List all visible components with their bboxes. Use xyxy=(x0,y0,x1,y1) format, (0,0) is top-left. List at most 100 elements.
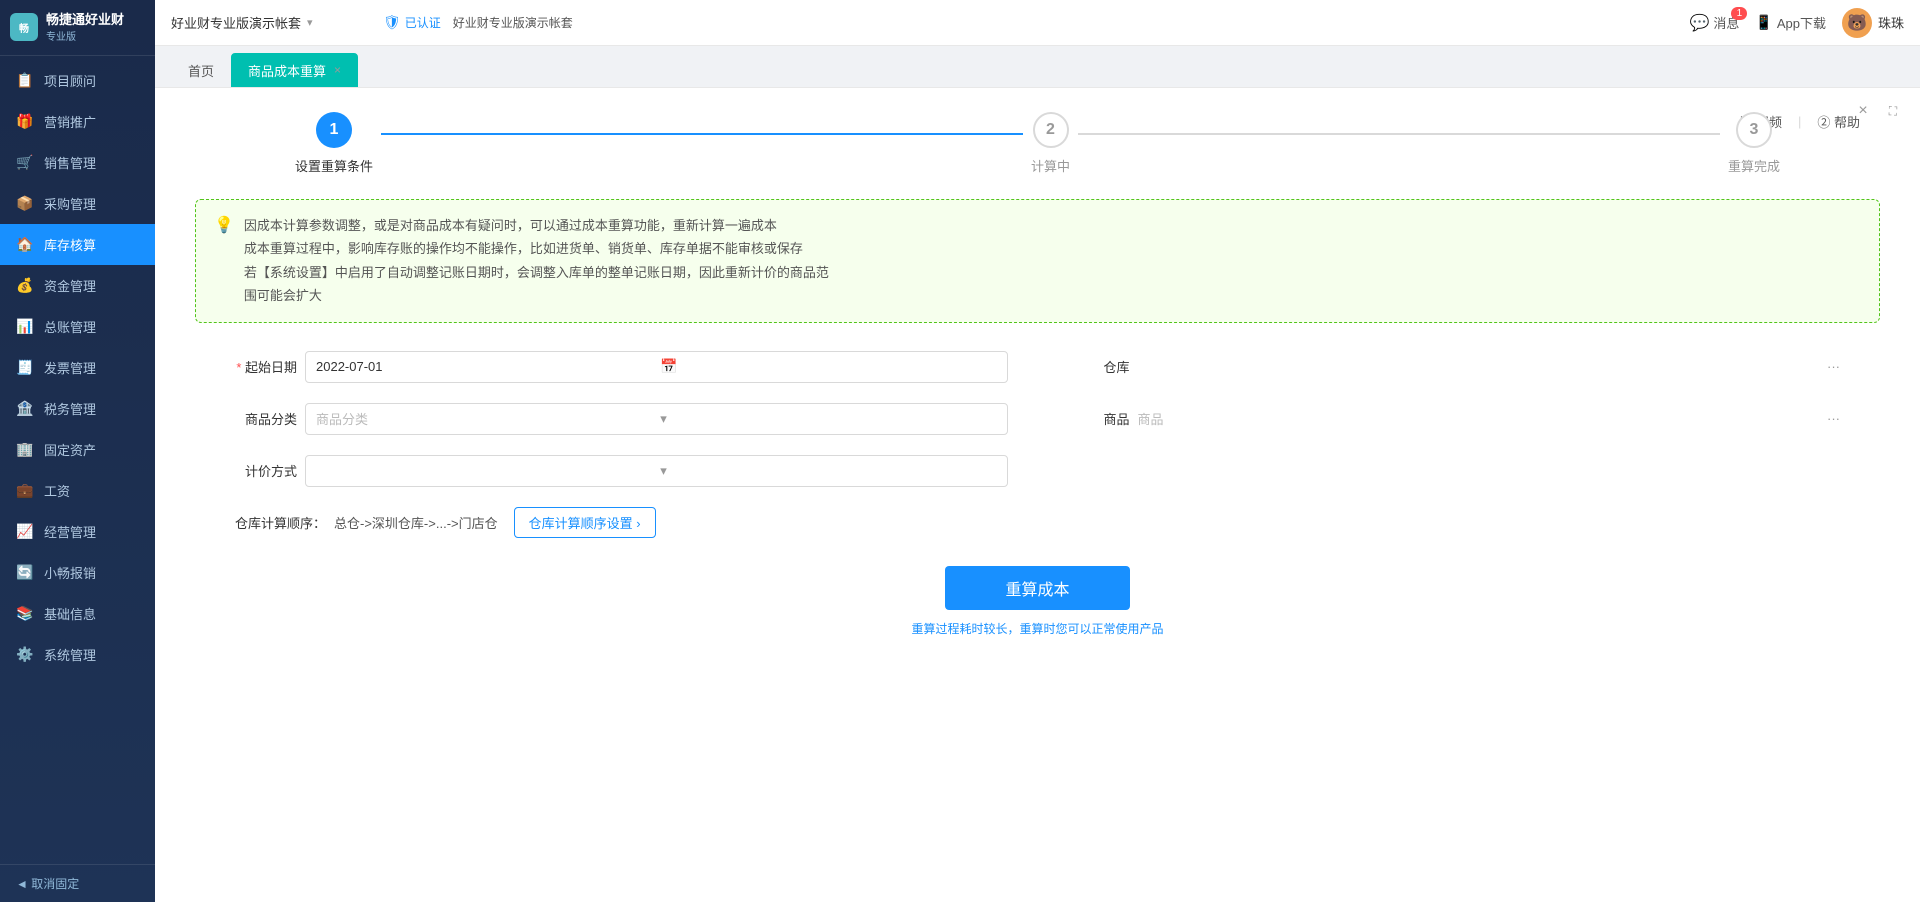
sidebar-item-salary[interactable]: 💼 工资 xyxy=(0,470,155,511)
account-dropdown-icon[interactable]: ▾ xyxy=(307,16,313,29)
sidebar-item-inventory[interactable]: 🏠 库存核算 xyxy=(0,224,155,265)
info-line-1: 因成本计算参数调整，或是对商品成本有疑问时，可以通过成本重算功能，重新计算一遍成… xyxy=(244,214,829,237)
sidebar-nav: 📋 项目顾问 🎁 营销推广 🛒 销售管理 📦 采购管理 🏠 库存核算 💰 资金管… xyxy=(0,56,155,864)
sidebar-item-base[interactable]: 📚 基础信息 xyxy=(0,593,155,634)
sidebar-item-label: 销售管理 xyxy=(44,153,96,172)
app-download-button[interactable]: 📱 App下载 xyxy=(1755,13,1826,32)
category-placeholder: 商品分类 xyxy=(316,409,652,428)
product-group: 商品 商品 ··· xyxy=(1068,403,1841,435)
info-box: 💡 因成本计算参数调整，或是对商品成本有疑问时，可以通过成本重算功能，重新计算一… xyxy=(195,199,1880,323)
message-badge: 1 xyxy=(1731,7,1747,20)
sidebar-item-system[interactable]: ⚙️ 系统管理 xyxy=(0,634,155,675)
sidebar-item-label: 基础信息 xyxy=(44,604,96,623)
verified-account: 好业财专业版演示帐套 xyxy=(453,14,573,31)
sidebar-item-invoice[interactable]: 🧾 发票管理 xyxy=(0,347,155,388)
sidebar-item-label: 资金管理 xyxy=(44,276,96,295)
message-button[interactable]: 💬 消息 1 xyxy=(1689,13,1739,33)
step-3: 3 重算完成 xyxy=(1728,112,1780,175)
operation-icon: 📈 xyxy=(16,523,34,540)
message-icon: 💬 xyxy=(1689,13,1709,33)
purchase-icon: 📦 xyxy=(16,195,34,212)
base-icon: 📚 xyxy=(16,605,34,622)
recalc-hint: 重算过程耗时较长，重算时您可以正常使用产品 xyxy=(195,620,1880,637)
info-icon: 💡 xyxy=(214,215,234,235)
sidebar-item-label: 小畅报销 xyxy=(44,563,96,582)
user-name: 珠珠 xyxy=(1878,13,1904,32)
tabbar: 首页 商品成本重算 × xyxy=(155,46,1920,88)
start-date-label: 起始日期 xyxy=(235,357,305,376)
sidebar-item-purchase[interactable]: 📦 采购管理 xyxy=(0,183,155,224)
start-date-value: 2022-07-01 xyxy=(316,359,652,374)
tab-recalc-label: 商品成本重算 xyxy=(248,61,326,80)
step-2-circle: 2 xyxy=(1033,112,1069,148)
app-icon: 📱 xyxy=(1755,14,1772,31)
sidebar-item-label: 采购管理 xyxy=(44,194,96,213)
sidebar-item-expense[interactable]: 🔄 小畅报销 xyxy=(0,552,155,593)
info-line-3: 若【系统设置】中启用了自动调整记账日期时，会调整入库单的整单记账日期，因此重新计… xyxy=(244,261,829,284)
form-row-3: 计价方式 ▾ xyxy=(235,455,1840,487)
assets-icon: 🏢 xyxy=(16,441,34,458)
product-input[interactable]: 商品 ··· xyxy=(1138,403,1841,435)
verified-label: 已认证 xyxy=(405,14,441,31)
form-section: 起始日期 2022-07-01 📅 仓库 ··· 商品分类 xyxy=(195,351,1880,538)
sidebar-item-label: 经营管理 xyxy=(44,522,96,541)
price-method-label: 计价方式 xyxy=(235,461,305,480)
tab-recalc[interactable]: 商品成本重算 × xyxy=(231,53,358,87)
step-1: 1 设置重算条件 xyxy=(295,112,373,175)
sidebar-item-label: 总账管理 xyxy=(44,317,96,336)
warehouse-order-settings-button[interactable]: 仓库计算顺序设置 › xyxy=(514,507,656,538)
price-method-group: 计价方式 ▾ xyxy=(235,455,1008,487)
sidebar-item-marketing[interactable]: 🎁 营销推广 xyxy=(0,101,155,142)
salary-icon: 💼 xyxy=(16,482,34,499)
warehouse-order-value: 总仓->深圳仓库->...->门店仓 xyxy=(334,513,498,532)
topbar: 好业财专业版演示帐套 ▾ 🛡 已认证 好业财专业版演示帐套 💬 消息 1 📱 A… xyxy=(155,0,1920,46)
tab-home-label: 首页 xyxy=(188,61,214,80)
warehouse-input[interactable]: ··· xyxy=(1138,351,1841,383)
sidebar-item-assets[interactable]: 🏢 固定资产 xyxy=(0,429,155,470)
sidebar-item-label: 发票管理 xyxy=(44,358,96,377)
sidebar-item-tax[interactable]: 🏦 税务管理 xyxy=(0,388,155,429)
warehouse-group: 仓库 ··· xyxy=(1068,351,1841,383)
step-2-label: 计算中 xyxy=(1031,156,1070,175)
avatar: 🐻 xyxy=(1842,8,1872,38)
category-arrow-icon: ▾ xyxy=(660,411,996,427)
start-date-input[interactable]: 2022-07-01 📅 xyxy=(305,351,1008,383)
recalc-section: 重算成本 重算过程耗时较长，重算时您可以正常使用产品 xyxy=(195,566,1880,637)
sidebar-item-sales[interactable]: 🛒 销售管理 xyxy=(0,142,155,183)
step-3-label: 重算完成 xyxy=(1728,156,1780,175)
product-placeholder: 商品 xyxy=(1138,409,1824,428)
warehouse-order-label: 仓库计算顺序： xyxy=(235,513,326,532)
sidebar-item-finance[interactable]: 💰 资金管理 xyxy=(0,265,155,306)
info-line-4: 围可能会扩大 xyxy=(244,284,829,307)
category-group: 商品分类 商品分类 ▾ xyxy=(235,403,1008,435)
app-download-label: App下载 xyxy=(1777,13,1826,32)
sales-icon: 🛒 xyxy=(16,154,34,171)
calendar-icon: 📅 xyxy=(660,358,996,375)
product-label: 商品 xyxy=(1068,409,1138,428)
step-2: 2 计算中 xyxy=(1031,112,1070,175)
account-selector[interactable]: 好业财专业版演示帐套 ▾ xyxy=(171,13,371,32)
unpin-label: ◄ 取消固定 xyxy=(16,875,79,892)
app-title: 畅捷通好业财 xyxy=(46,12,124,28)
sidebar-item-label: 库存核算 xyxy=(44,235,96,254)
accounting-icon: 📊 xyxy=(16,318,34,335)
tab-close-button[interactable]: × xyxy=(334,63,341,77)
steps-container: 1 设置重算条件 2 计算中 3 重算完成 xyxy=(195,112,1880,175)
expand-window-button[interactable]: ⛶ xyxy=(1882,100,1904,122)
sidebar-item-operation[interactable]: 📈 经营管理 xyxy=(0,511,155,552)
inventory-icon: 🏠 xyxy=(16,236,34,253)
main-content: 好业财专业版演示帐套 ▾ 🛡 已认证 好业财专业版演示帐套 💬 消息 1 📱 A… xyxy=(155,0,1920,902)
step-line-2 xyxy=(1078,133,1720,135)
price-method-select[interactable]: ▾ xyxy=(305,455,1008,487)
tab-home[interactable]: 首页 xyxy=(171,53,231,87)
sidebar-unpin-button[interactable]: ◄ 取消固定 xyxy=(0,864,155,902)
sidebar-item-project[interactable]: 📋 项目顾问 xyxy=(0,60,155,101)
user-profile[interactable]: 🐻 珠珠 xyxy=(1842,8,1904,38)
sidebar-item-accounting[interactable]: 📊 总账管理 xyxy=(0,306,155,347)
app-logo: 畅 xyxy=(10,13,38,41)
verified-badge: 🛡 已认证 xyxy=(383,14,441,31)
recalc-button[interactable]: 重算成本 xyxy=(945,566,1129,610)
start-date-group: 起始日期 2022-07-01 📅 xyxy=(235,351,1008,383)
app-subtitle: 专业版 xyxy=(46,28,124,43)
category-select[interactable]: 商品分类 ▾ xyxy=(305,403,1008,435)
